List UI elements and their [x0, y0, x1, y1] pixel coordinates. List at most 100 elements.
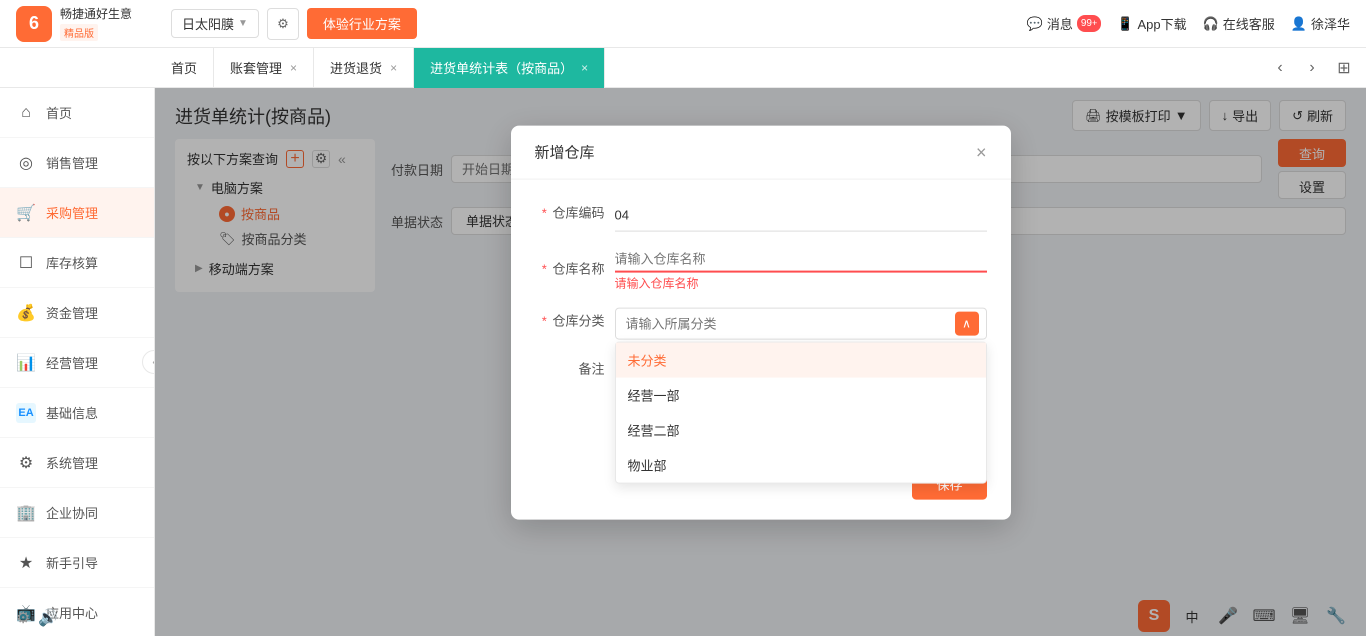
dialog-title: 新增仓库	[535, 142, 595, 163]
tab-returns[interactable]: 进货退货 ×	[314, 48, 414, 88]
sales-icon: ◎	[16, 153, 36, 173]
headset-icon: 🎧	[1203, 16, 1219, 32]
app-download-button[interactable]: 📱 App下载	[1117, 14, 1186, 33]
sidebar-item-enterprise[interactable]: 🏢 企业协同	[0, 488, 154, 538]
volume-icon[interactable]: 🔊	[38, 608, 58, 628]
system-icon: ⚙	[16, 453, 36, 473]
sidebar-item-inventory[interactable]: ☐ 库存核算	[0, 238, 154, 288]
logo-icon: 6	[16, 6, 52, 42]
sidebar-item-finance[interactable]: 💰 资金管理	[0, 288, 154, 338]
dropdown-item-ops1[interactable]: 经营一部	[616, 378, 986, 413]
sidebar-label-sales: 销售管理	[46, 153, 98, 172]
main-layout: ⌂ 首页 ◎ 销售管理 🛒 采购管理 ☐ 库存核算 💰 资金管理 📊 经营管理 …	[0, 88, 1366, 636]
category-input[interactable]	[615, 308, 987, 340]
sidebar-item-guide[interactable]: ★ 新手引导	[0, 538, 154, 588]
sidebar-label-basic: 基础信息	[46, 403, 98, 422]
message-label: 消息	[1047, 14, 1073, 33]
tab-account-label: 账套管理	[230, 58, 282, 77]
sidebar-label-home: 首页	[46, 103, 72, 122]
tab-home[interactable]: 首页	[155, 48, 214, 88]
store-selector[interactable]: 日太阳膜 ▼	[171, 9, 259, 38]
sidebar-label-finance: 资金管理	[46, 303, 98, 322]
home-icon: ⌂	[16, 103, 36, 123]
category-dropdown-button[interactable]: ∧	[955, 312, 979, 336]
tab-returns-close[interactable]: ×	[390, 61, 397, 75]
tab-home-label: 首页	[171, 58, 197, 77]
tab-account-close[interactable]: ×	[290, 61, 297, 75]
sidebar-label-system: 系统管理	[46, 453, 98, 472]
sidebar-item-home[interactable]: ⌂ 首页	[0, 88, 154, 138]
tab-returns-label: 进货退货	[330, 58, 382, 77]
logo-sub: 精品版	[60, 24, 98, 41]
sidebar-label-inventory: 库存核算	[46, 253, 98, 272]
sidebar-bottom: ⚙ 🔊	[0, 600, 154, 636]
purchase-icon: 🛒	[16, 203, 36, 223]
new-warehouse-dialog: 新增仓库 × * 仓库编码 * 仓库名称	[511, 126, 1011, 520]
message-icon: 💬	[1027, 16, 1043, 32]
user-menu-button[interactable]: 👤 徐泽华	[1291, 14, 1350, 33]
tab-bar: 首页 账套管理 × 进货退货 × 进货单统计表（按商品） × ‹ › ⊞	[0, 48, 1366, 88]
finance-icon: 💰	[16, 303, 36, 323]
tab-stats-label: 进货单统计表（按商品）	[430, 58, 573, 77]
category-dropdown-list: 未分类 经营一部 经营二部 物业部	[615, 342, 987, 484]
required-mark-3: *	[542, 314, 547, 329]
name-input[interactable]	[615, 248, 987, 273]
tab-more-button[interactable]: ⊞	[1330, 54, 1358, 82]
dialog-body: * 仓库编码 * 仓库名称 请输入仓库名称	[511, 180, 1011, 456]
sidebar-item-system[interactable]: ⚙ 系统管理	[0, 438, 154, 488]
logo-title: 畅捷通好生意	[60, 6, 132, 23]
message-badge: 99+	[1077, 15, 1101, 32]
gear-icon: ⚙	[277, 16, 289, 32]
content-area: 进货单统计(按商品) 🖨 按模板打印 ▼ ↓ 导出 ↺ 刷新	[155, 88, 1366, 636]
tab-stats[interactable]: 进货单统计表（按商品） ×	[414, 48, 605, 88]
name-field-row: * 仓库名称 请输入仓库名称	[535, 248, 987, 292]
tab-stats-close[interactable]: ×	[581, 61, 588, 75]
sidebar-item-basic[interactable]: EA 基础信息	[0, 388, 154, 438]
inventory-icon: ☐	[16, 253, 36, 273]
app-download-label: App下载	[1137, 14, 1186, 33]
operations-icon: 📊	[16, 353, 36, 373]
user-name: 徐泽华	[1311, 14, 1350, 33]
sidebar: ⌂ 首页 ◎ 销售管理 🛒 采购管理 ☐ 库存核算 💰 资金管理 📊 经营管理 …	[0, 88, 155, 636]
dropdown-item-unclassified[interactable]: 未分类	[616, 343, 986, 378]
message-button[interactable]: 💬 消息 99+	[1027, 14, 1102, 33]
header-center: 日太阳膜 ▼ ⚙ 体验行业方案	[171, 8, 1027, 40]
store-name: 日太阳膜	[182, 14, 234, 33]
note-label: 备注	[535, 356, 615, 384]
code-label: * 仓库编码	[535, 200, 615, 228]
header-right: 💬 消息 99+ 📱 App下载 🎧 在线客服 👤 徐泽华	[1027, 14, 1350, 33]
tab-prev-button[interactable]: ‹	[1266, 54, 1294, 82]
code-input[interactable]	[615, 200, 987, 232]
code-field: * 仓库编码	[535, 200, 987, 232]
sidebar-item-operations[interactable]: 📊 经营管理	[0, 338, 154, 388]
settings-bottom-icon[interactable]: ⚙	[16, 608, 30, 628]
sidebar-label-guide: 新手引导	[46, 553, 98, 572]
online-service-label: 在线客服	[1223, 14, 1275, 33]
tab-account[interactable]: 账套管理 ×	[214, 48, 314, 88]
category-label: * 仓库分类	[535, 308, 615, 336]
settings-button[interactable]: ⚙	[267, 8, 299, 40]
name-label: * 仓库名称	[535, 256, 615, 284]
required-mark-2: *	[542, 262, 547, 277]
category-select-wrap: ∧ 未分类 经营一部 经营二部 物业部	[615, 308, 987, 340]
trial-button[interactable]: 体验行业方案	[307, 8, 417, 39]
logo-area: 6 畅捷通好生意 精品版	[16, 6, 171, 42]
dropdown-item-property[interactable]: 物业部	[616, 448, 986, 483]
online-service-button[interactable]: 🎧 在线客服	[1203, 14, 1275, 33]
phone-icon: 📱	[1117, 16, 1133, 32]
sidebar-label-enterprise: 企业协同	[46, 503, 98, 522]
chevron-down-icon: ▼	[238, 18, 248, 29]
sidebar-item-purchase[interactable]: 🛒 采购管理	[0, 188, 154, 238]
name-input-wrap: 请输入仓库名称	[615, 248, 987, 292]
enterprise-icon: 🏢	[16, 503, 36, 523]
sidebar-label-purchase: 采购管理	[46, 203, 98, 222]
user-avatar: 👤	[1291, 16, 1307, 32]
category-field: * 仓库分类 ∧ 未分类 经营一部 经营二部 物业部	[535, 308, 987, 340]
dropdown-item-ops2[interactable]: 经营二部	[616, 413, 986, 448]
dialog-close-button[interactable]: ×	[976, 143, 987, 161]
basic-icon: EA	[16, 403, 36, 423]
sidebar-item-sales[interactable]: ◎ 销售管理	[0, 138, 154, 188]
logo-text-area: 畅捷通好生意 精品版	[60, 6, 132, 42]
required-mark: *	[542, 206, 547, 221]
tab-next-button[interactable]: ›	[1298, 54, 1326, 82]
